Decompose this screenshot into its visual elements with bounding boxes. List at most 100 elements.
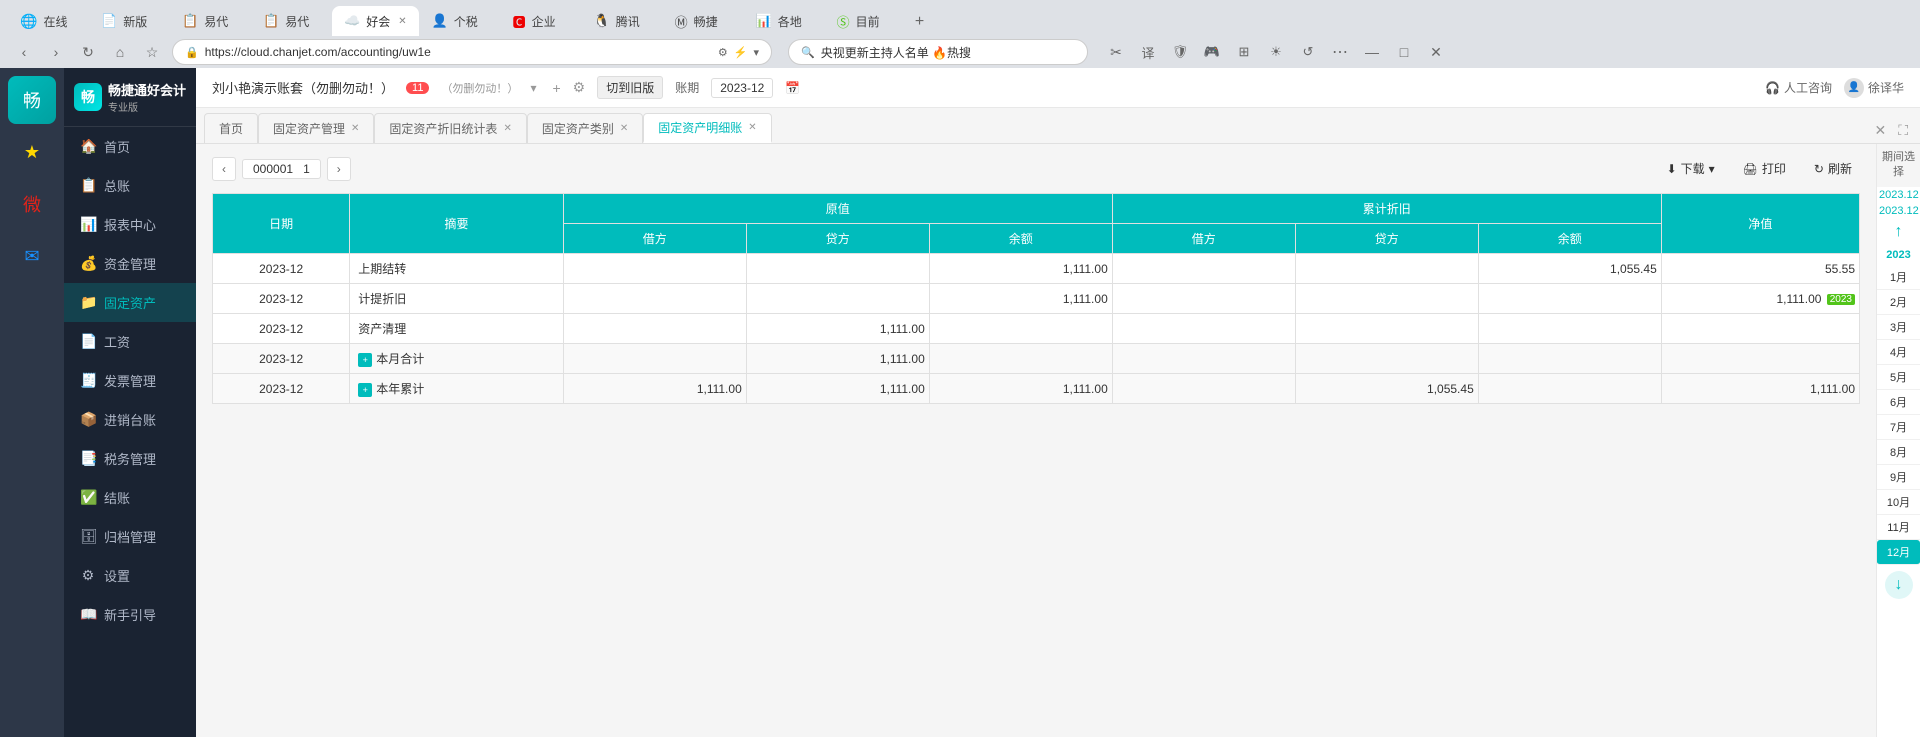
tab-fixed-assets-manage[interactable]: 固定资产管理 ✕ — [258, 113, 374, 143]
sidebar-item-fixed-assets[interactable]: 📁 固定资产 — [64, 283, 196, 322]
tab-close-5[interactable]: ✕ — [398, 16, 406, 27]
print-btn[interactable]: 🖨 打印 — [1735, 156, 1794, 181]
forward-button[interactable]: › — [44, 40, 68, 64]
app-icon-star[interactable]: ★ — [8, 128, 56, 176]
cell-credit-2-4 — [1295, 344, 1478, 374]
browser-tab-5[interactable]: ☁️ 好会 ✕ — [332, 6, 419, 36]
page-prev-btn[interactable]: ‹ — [212, 157, 236, 181]
header-balance-1: 余额 — [929, 224, 1112, 254]
brightness-icon[interactable]: ☀ — [1264, 40, 1288, 64]
browser-tab-10[interactable]: 📊 各地 — [744, 6, 824, 36]
help-btn[interactable]: 🎧 人工咨询 — [1765, 79, 1832, 96]
period-month-4[interactable]: 4月 — [1877, 340, 1920, 365]
sidebar-item-home[interactable]: 🏠 首页 — [64, 127, 196, 166]
period-month-6[interactable]: 6月 — [1877, 390, 1920, 415]
browser-tab-2[interactable]: 📄 新版 — [89, 6, 169, 36]
refresh-btn[interactable]: ↻ 刷新 — [1806, 156, 1860, 181]
tax-icon: 📑 — [80, 450, 96, 467]
tab-close-fixed-assets-manage[interactable]: ✕ — [351, 123, 359, 134]
period-year[interactable]: 2023 — [1877, 245, 1920, 265]
expand-tabs-btn[interactable]: ⛶ — [1894, 118, 1912, 143]
period-month-7[interactable]: 7月 — [1877, 415, 1920, 440]
tab-depreciation-stats[interactable]: 固定资产折旧统计表 ✕ — [374, 113, 526, 143]
cell-debit-1-2 — [563, 284, 746, 314]
sidebar-item-tax[interactable]: 📑 税务管理 — [64, 439, 196, 478]
settings-account-icon[interactable]: ⚙ — [573, 79, 586, 96]
minimize-button[interactable]: — — [1360, 40, 1384, 64]
reload-button[interactable]: ↻ — [76, 40, 100, 64]
search-bar[interactable]: 🔍 央视更新主持人名单 🔥热搜 — [788, 39, 1088, 65]
app-icon-weibo[interactable]: 微 — [8, 180, 56, 228]
sidebar-item-archive[interactable]: 🗄 归档管理 — [64, 517, 196, 556]
page-next-btn[interactable]: › — [327, 157, 351, 181]
browser-tab-7[interactable]: 🅲 企业 — [501, 6, 581, 36]
bookmark-button[interactable]: ☆ — [140, 40, 164, 64]
page-current: 000001 — [253, 162, 293, 176]
browser-tab-6[interactable]: 👤 个税 — [420, 6, 500, 36]
new-tab-button[interactable]: + — [906, 8, 934, 36]
tab-close-asset-detail-ledger[interactable]: ✕ — [748, 122, 756, 133]
home-button[interactable]: ⌂ — [108, 40, 132, 64]
browser-tab-9[interactable]: Ⓜ 畅捷 — [663, 6, 743, 36]
close-all-tabs-btn[interactable]: ✕ — [1870, 118, 1890, 143]
period-month-3[interactable]: 3月 — [1877, 315, 1920, 340]
period-month-5[interactable]: 5月 — [1877, 365, 1920, 390]
tab-asset-category[interactable]: 固定资产类别 ✕ — [527, 113, 643, 143]
game-icon[interactable]: 🎮 — [1200, 40, 1224, 64]
cell-debit-1-5: 1,111.00 — [563, 374, 746, 404]
period-month-2[interactable]: 2月 — [1877, 290, 1920, 315]
period-month-8[interactable]: 8月 — [1877, 440, 1920, 465]
maximize-button[interactable]: □ — [1392, 40, 1416, 64]
period-month-10[interactable]: 10月 — [1877, 490, 1920, 515]
grid-icon[interactable]: ⊞ — [1232, 40, 1256, 64]
switch-version-btn[interactable]: 切到旧版 — [597, 76, 663, 99]
sidebar-item-settings[interactable]: ⚙ 设置 — [64, 556, 196, 595]
sidebar-item-stockledger[interactable]: 📦 进销台账 — [64, 400, 196, 439]
add-account-icon[interactable]: + — [552, 80, 560, 96]
browser-tab-1[interactable]: 🌐 在线 — [8, 6, 88, 36]
tab-icon-3: 📋 — [182, 13, 198, 29]
table-row: 2023-12 计提折旧 1,111.00 1,111.00 2023 — [213, 284, 1860, 314]
browser-tab-4[interactable]: 📋 易代 — [251, 6, 331, 36]
sidebar-label-payroll: 工资 — [104, 332, 130, 351]
back-button[interactable]: ‹ — [12, 40, 36, 64]
tab-close-depreciation-stats[interactable]: ✕ — [503, 123, 511, 134]
download-btn[interactable]: ⬇ 下载 ▾ — [1659, 156, 1723, 181]
browser-tab-8[interactable]: 🐧 腾讯 — [582, 6, 662, 36]
tab-asset-detail-ledger[interactable]: 固定资产明细账 ✕ — [643, 113, 771, 143]
sidebar-item-payroll[interactable]: 📄 工资 — [64, 322, 196, 361]
period-month-1[interactable]: 1月 — [1877, 265, 1920, 290]
app-icon-chanjet[interactable]: 畅 — [8, 76, 56, 124]
sidebar-item-reports[interactable]: 📊 报表中心 — [64, 205, 196, 244]
translate-icon[interactable]: 译 — [1136, 40, 1160, 64]
tab-label-2: 新版 — [123, 13, 147, 30]
shield-icon[interactable]: 🛡 — [1168, 40, 1192, 64]
period-down-btn[interactable]: ↓ — [1885, 571, 1913, 599]
history-icon[interactable]: ↺ — [1296, 40, 1320, 64]
sidebar-item-invoice[interactable]: 🧾 发票管理 — [64, 361, 196, 400]
tab-close-asset-category[interactable]: ✕ — [620, 123, 628, 134]
monthly-total-icon: + — [358, 353, 372, 367]
sidebar-item-funds[interactable]: 💰 资金管理 — [64, 244, 196, 283]
sidebar-label-stockledger: 进销台账 — [104, 410, 156, 429]
period-text: 2023-12 — [720, 81, 764, 95]
app-icon-mail[interactable]: ✉ — [8, 232, 56, 280]
sidebar-item-close-period[interactable]: ✅ 结账 — [64, 478, 196, 517]
url-bar[interactable]: 🔒 https://cloud.chanjet.com/accounting/u… — [172, 39, 772, 65]
browser-tab-11[interactable]: Ⓢ 目前 — [825, 6, 905, 36]
period-month-11[interactable]: 11月 — [1877, 515, 1920, 540]
period-value[interactable]: 2023-12 — [711, 78, 773, 98]
close-window-button[interactable]: ✕ — [1424, 40, 1448, 64]
tab-home[interactable]: 首页 — [204, 113, 258, 143]
tab-icon-5: ☁️ — [344, 13, 360, 29]
period-up-btn[interactable]: ↑ — [1877, 219, 1920, 245]
sidebar-item-guide[interactable]: 📖 新手引导 — [64, 595, 196, 634]
more-icon[interactable]: ⋯ — [1328, 40, 1352, 64]
browser-tab-3[interactable]: 📋 易代 — [170, 6, 250, 36]
scissors-icon[interactable]: ✂ — [1104, 40, 1128, 64]
user-menu[interactable]: 👤 徐译华 — [1844, 78, 1904, 98]
period-month-9[interactable]: 9月 — [1877, 465, 1920, 490]
calendar-icon[interactable]: 📅 — [785, 81, 800, 95]
sidebar-item-ledger[interactable]: 📋 总账 — [64, 166, 196, 205]
period-month-12[interactable]: 12月 — [1877, 540, 1920, 565]
